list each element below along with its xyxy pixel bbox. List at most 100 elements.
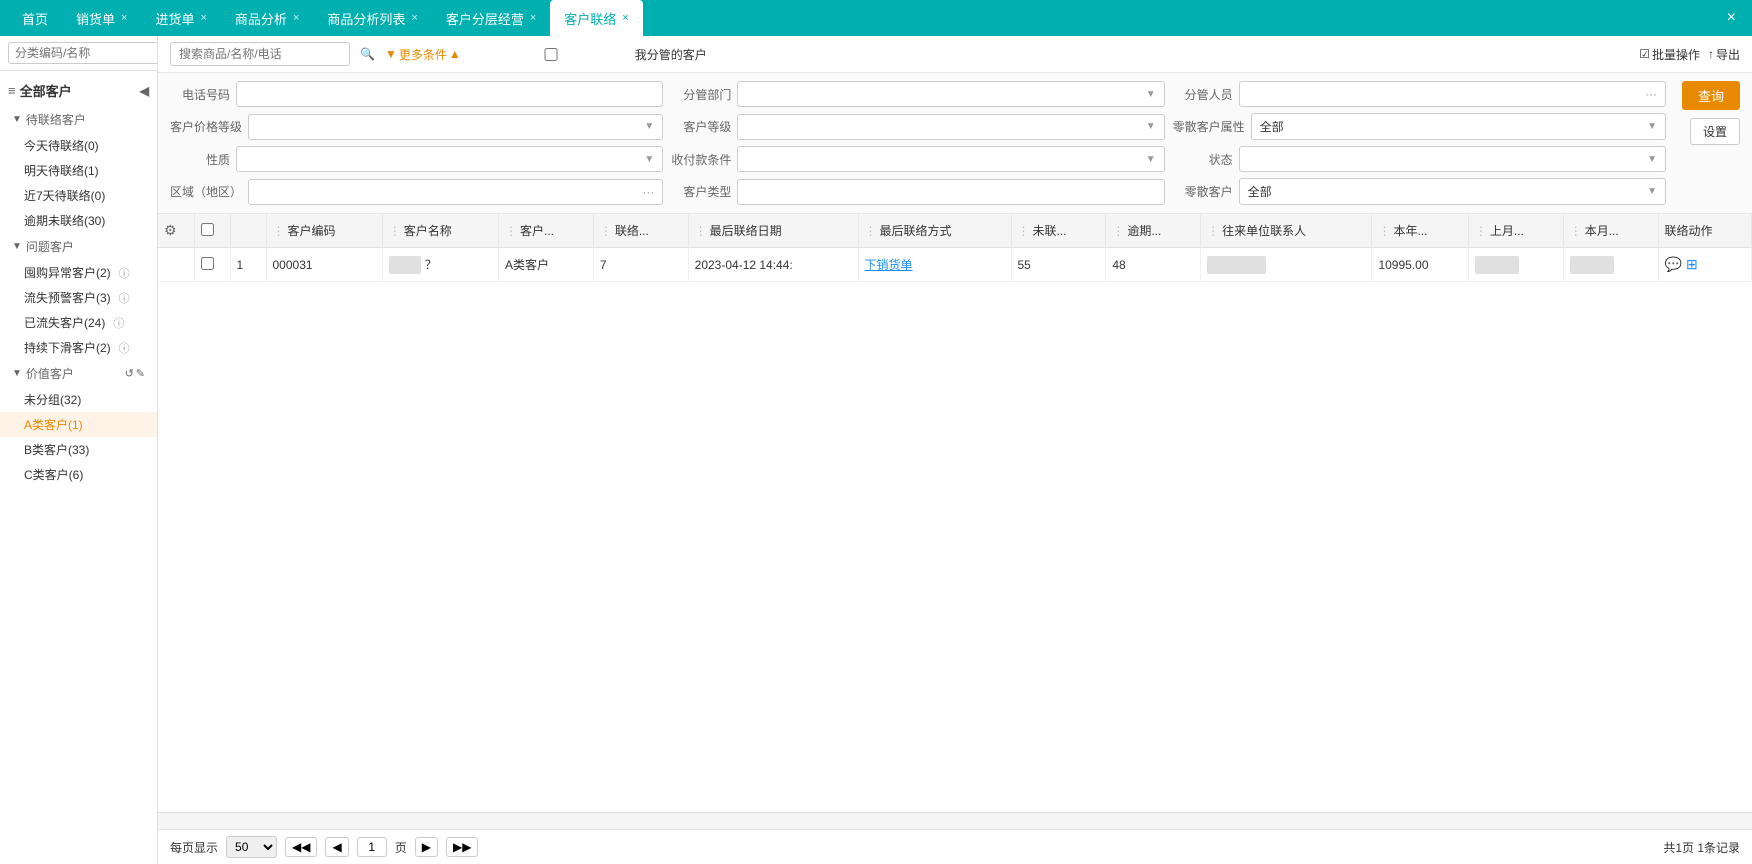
payment-arrow-icon: ▼ — [1146, 154, 1156, 165]
col-contact[interactable]: 联络... — [593, 214, 688, 248]
sidebar-item-a-class[interactable]: A类客户(1) — [0, 412, 157, 437]
sidebar-item-7days[interactable]: 近7天待联络(0) — [0, 183, 157, 208]
nav-customer-mgmt[interactable]: 客户分层经营 × — [432, 0, 550, 36]
close-purchase-icon[interactable]: × — [200, 12, 206, 24]
col-overdue[interactable]: 逾期... — [1106, 214, 1201, 248]
manager-label: 分管人员 — [1173, 86, 1233, 103]
close-customer-mgmt-icon[interactable]: × — [530, 12, 536, 24]
sidebar-collapse-icon[interactable]: ◀ — [140, 84, 149, 98]
last-page-btn[interactable]: ▶▶ — [446, 837, 478, 857]
sidebar-item-c-class[interactable]: C类客户(6) — [0, 462, 157, 487]
section-arrow-icon: ▼ — [12, 114, 22, 125]
purchase-label: 进货单 — [155, 9, 194, 28]
search-input[interactable] — [170, 42, 350, 66]
all-customers-label: 全部客户 — [20, 81, 72, 100]
col-uncontacted[interactable]: 未联... — [1011, 214, 1106, 248]
dept-select[interactable]: ▼ — [737, 81, 1164, 107]
sidebar-item-churned[interactable]: 已流失客户(24) ⓘ — [0, 310, 157, 335]
col-last-method[interactable]: 最后联络方式 — [858, 214, 1011, 248]
phone-input[interactable] — [236, 81, 663, 107]
select-all-checkbox[interactable] — [201, 223, 214, 236]
region-input[interactable]: ··· — [248, 179, 663, 205]
batch-operation-btn[interactable]: ☑ 批量操作 — [1639, 46, 1700, 63]
next-page-btn[interactable]: ▶ — [415, 837, 438, 857]
close-goods-list-icon[interactable]: × — [411, 12, 417, 24]
sidebar-item-today[interactable]: 今天待联络(0) — [0, 133, 157, 158]
more-filters-btn[interactable]: ▼ 更多条件 ▲ — [385, 46, 461, 63]
page-number-input[interactable] — [357, 837, 387, 857]
sidebar-item-tomorrow[interactable]: 明天待联络(1) — [0, 158, 157, 183]
row-checkbox[interactable] — [201, 257, 214, 270]
this-month-masked — [1570, 256, 1614, 274]
filter-group-price-level: 客户价格等级 ▼ — [170, 114, 663, 140]
sidebar-item-ungrouped[interactable]: 未分组(32) — [0, 387, 157, 412]
retail-attr-select[interactable]: 全部 ▼ — [1251, 113, 1666, 140]
first-page-btn[interactable]: ◀◀ — [285, 837, 317, 857]
settings-button[interactable]: 设置 — [1690, 118, 1740, 145]
sidebar-item-churn-warning[interactable]: 流失预警客户(3) ⓘ — [0, 285, 157, 310]
sidebar-item-declining[interactable]: 持续下滑客户(2) ⓘ — [0, 335, 157, 360]
hoarding-label: 囤购异常客户(2) — [24, 264, 111, 281]
section-problem-customers[interactable]: ▼ 问题客户 — [0, 233, 157, 260]
nav-home[interactable]: 首页 — [8, 0, 62, 36]
row-last-month-cell — [1468, 248, 1563, 282]
refresh-icon[interactable]: ↺ — [125, 367, 134, 380]
close-customer-contact-icon[interactable]: × — [622, 12, 628, 24]
window-close-icon[interactable]: × — [1719, 9, 1744, 27]
row-this-year-cell: 10995.00 — [1372, 248, 1468, 282]
filter-bar: 🔍 ▼ 更多条件 ▲ 我分管的客户 ☑ 批量操作 ↑ 导出 — [158, 36, 1752, 73]
sidebar-item-hoarding[interactable]: 囤购异常客户(2) ⓘ — [0, 260, 157, 285]
nav-goods-analysis[interactable]: 商品分析 × — [221, 0, 313, 36]
nav-sales[interactable]: 销货单 × — [62, 0, 141, 36]
section-value-customers[interactable]: ▼ 价值客户 ↺ ✎ — [0, 360, 157, 387]
nav-goods-list[interactable]: 商品分析列表 × — [313, 0, 431, 36]
my-customers-label: 我分管的客户 — [635, 46, 707, 63]
last-method-link[interactable]: 下销货单 — [865, 258, 913, 272]
filter-search-icon[interactable]: 🔍 — [360, 47, 375, 61]
horizontal-scrollbar[interactable] — [158, 812, 1752, 829]
manager-input[interactable]: ··· — [1239, 81, 1666, 107]
nature-select[interactable]: ▼ — [236, 146, 663, 172]
nav-customer-contact[interactable]: 客户联络 × — [550, 0, 642, 36]
price-level-select[interactable]: ▼ — [248, 114, 663, 140]
scroll-inner[interactable] — [158, 816, 1752, 826]
section-problem-arrow-icon: ▼ — [12, 241, 22, 252]
retail-select[interactable]: 全部 ▼ — [1239, 178, 1666, 205]
chat-action-icon[interactable]: 💬 — [1665, 256, 1682, 273]
my-customers-checkbox-label[interactable]: 我分管的客户 — [471, 46, 707, 63]
prev-page-btn[interactable]: ◀ — [325, 837, 348, 857]
section-pending-contact[interactable]: ▼ 待联络客户 — [0, 106, 157, 133]
filter-group-retail: 零散客户 全部 ▼ — [1173, 178, 1666, 205]
query-button[interactable]: 查询 — [1682, 81, 1740, 110]
churn-warning-info-icon: ⓘ — [119, 290, 130, 306]
close-sales-icon[interactable]: × — [121, 12, 127, 24]
col-this-year[interactable]: 本年... — [1372, 214, 1468, 248]
qr-action-icon[interactable]: ⊞ — [1686, 256, 1698, 273]
col-this-month[interactable]: 本月... — [1563, 214, 1658, 248]
payment-select[interactable]: ▼ — [737, 146, 1164, 172]
sidebar-item-overdue[interactable]: 逾期未联络(30) — [0, 208, 157, 233]
sidebar-all-customers[interactable]: ≡ 全部客户 ◀ — [0, 75, 157, 106]
customer-type-input[interactable] — [737, 179, 1164, 205]
my-customers-checkbox[interactable] — [471, 48, 631, 61]
status-select[interactable]: ▼ — [1239, 146, 1666, 172]
sidebar-item-b-class[interactable]: B类客户(33) — [0, 437, 157, 462]
col-name[interactable]: 客户名称 — [382, 214, 498, 248]
advanced-filters: 电话号码 分管部门 ▼ 分管人员 — [158, 73, 1752, 214]
row-last-method-cell: 下销货单 — [858, 248, 1011, 282]
settings-icon[interactable]: ✎ — [136, 367, 145, 380]
col-code[interactable]: 客户编码 — [266, 214, 382, 248]
col-last-date[interactable]: 最后联络日期 — [688, 214, 858, 248]
col-last-month[interactable]: 上月... — [1468, 214, 1563, 248]
col-type[interactable]: 客户... — [499, 214, 594, 248]
col-actions: 联络动作 — [1658, 214, 1751, 248]
page-size-select[interactable]: 10 20 50 100 — [226, 836, 277, 858]
table-gear-icon[interactable]: ⚙ — [164, 222, 177, 238]
nav-purchase[interactable]: 进货单 × — [141, 0, 220, 36]
export-btn[interactable]: ↑ 导出 — [1708, 46, 1740, 63]
customer-level-select[interactable]: ▼ — [737, 114, 1164, 140]
sidebar-search-input[interactable] — [8, 42, 158, 64]
col-unit-contact[interactable]: 往来单位联系人 — [1201, 214, 1372, 248]
c-class-label: C类客户(6) — [24, 466, 83, 483]
close-goods-analysis-icon[interactable]: × — [293, 12, 299, 24]
